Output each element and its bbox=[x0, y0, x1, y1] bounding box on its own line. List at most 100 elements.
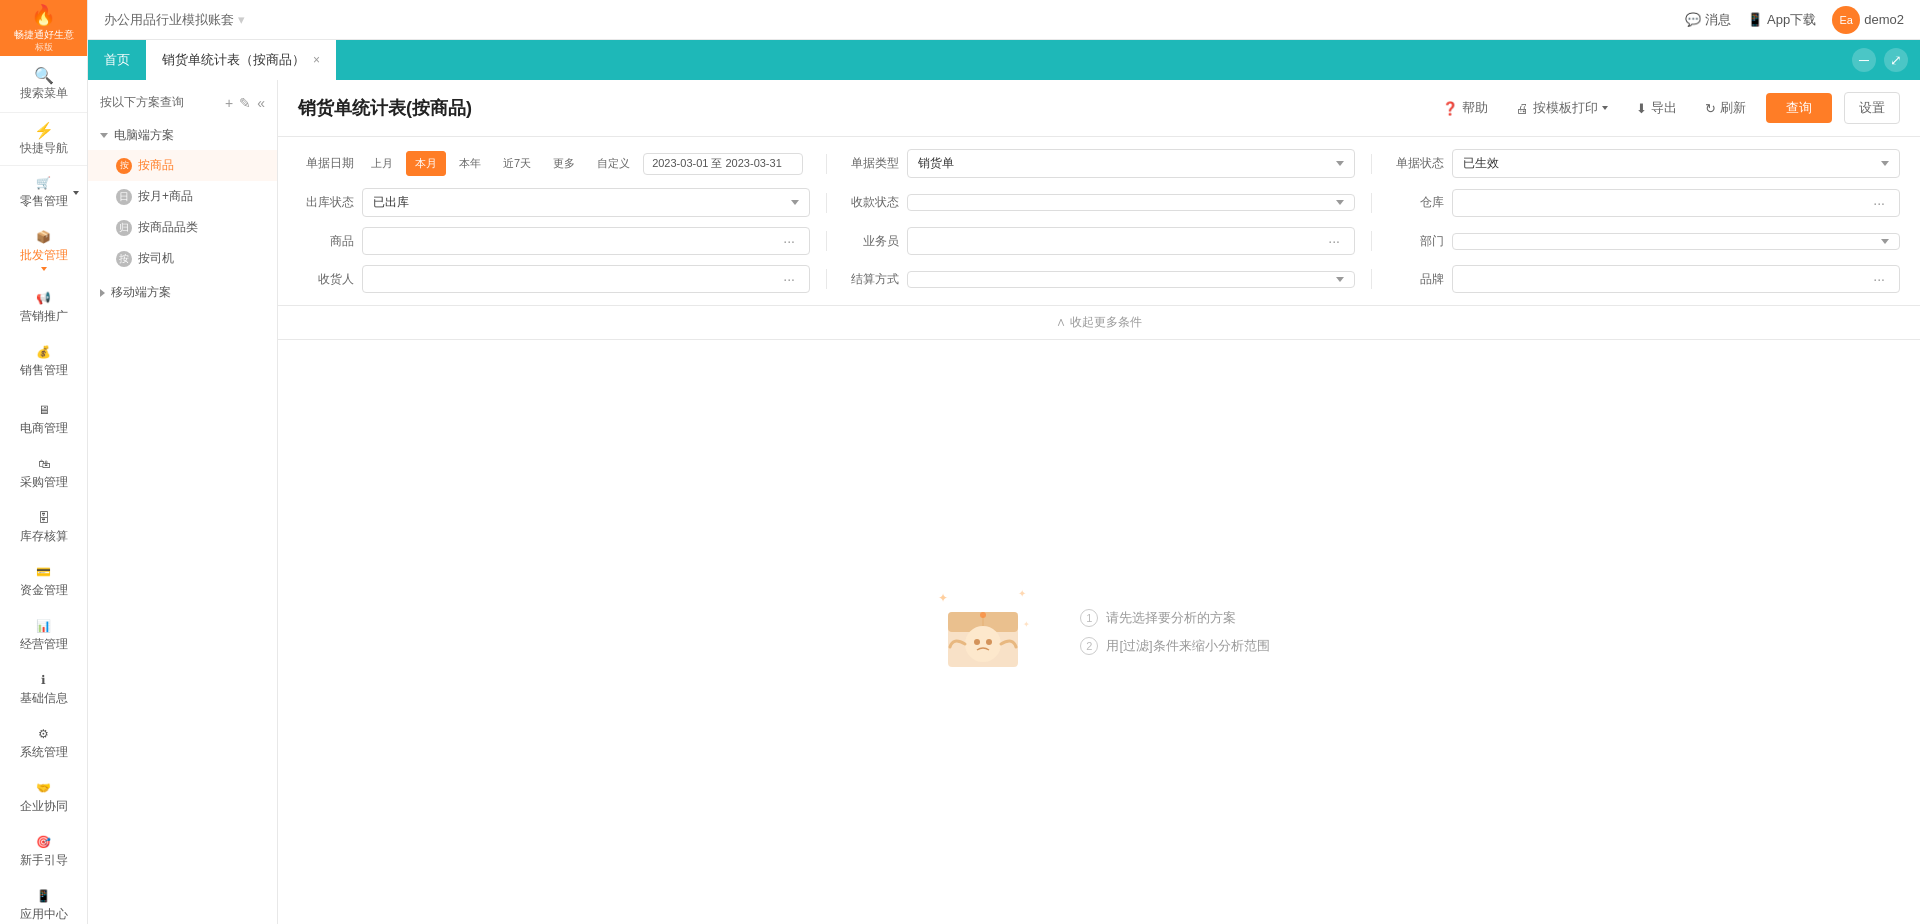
query-button[interactable]: 查询 bbox=[1766, 93, 1832, 123]
sidebar-item-retail[interactable]: 🛒 零售管理 bbox=[0, 166, 87, 220]
sidebar-item-basic-label: 基础信息 bbox=[20, 690, 68, 707]
user-name: demo2 bbox=[1864, 12, 1904, 27]
tree-item-goods-category[interactable]: 归 按商品品类 bbox=[88, 212, 277, 243]
receiver-dots[interactable]: ··· bbox=[779, 271, 799, 287]
sidebar-item-ecommerce-label: 电商管理 bbox=[20, 420, 68, 437]
sidebar-item-wholesale[interactable]: 📦 批发管理 bbox=[0, 220, 87, 281]
sidebar-item-basic[interactable]: ℹ 基础信息 bbox=[0, 663, 87, 717]
sidebar-item-operations[interactable]: 📊 经营管理 bbox=[0, 609, 87, 663]
tab-home-label: 首页 bbox=[104, 51, 130, 69]
collapse-bar[interactable]: ∧ 收起更多条件 bbox=[278, 306, 1920, 340]
tab-close-icon[interactable]: × bbox=[313, 53, 320, 67]
wholesale-icon: 📦 bbox=[36, 230, 51, 244]
date-range-input[interactable] bbox=[643, 153, 803, 175]
driver-icon-text: 按 bbox=[119, 252, 129, 266]
sidebar-item-finance[interactable]: 💳 资金管理 bbox=[0, 555, 87, 609]
sidebar-search[interactable]: 🔍 搜索菜单 bbox=[0, 56, 87, 113]
ecommerce-icon: 🖥 bbox=[38, 403, 50, 417]
docstatus-label: 单据状态 bbox=[1388, 155, 1444, 172]
tree-item-driver[interactable]: 按 按司机 bbox=[88, 243, 277, 274]
tab-sales-stat[interactable]: 销货单统计表（按商品） × bbox=[146, 40, 336, 80]
divider-8 bbox=[1371, 269, 1372, 289]
salesperson-label: 业务员 bbox=[843, 233, 899, 250]
user-avatar-btn[interactable]: Ea demo2 bbox=[1832, 6, 1904, 34]
page-actions: ❓ 帮助 🖨 按模板打印 ⬇ 导出 ↻ bbox=[1434, 92, 1900, 124]
template-print-btn[interactable]: 🖨 按模板打印 bbox=[1508, 95, 1616, 121]
download-btn[interactable]: 📱 App下载 bbox=[1747, 11, 1816, 29]
sidebar-item-appcenter[interactable]: 📱 应用中心 bbox=[0, 879, 87, 924]
message-btn[interactable]: 💬 消息 bbox=[1685, 11, 1731, 29]
sidebar-quick-nav[interactable]: ⚡ 快捷导航 bbox=[0, 113, 87, 166]
svg-point-3 bbox=[974, 639, 980, 645]
help-label: 帮助 bbox=[1462, 99, 1488, 117]
sidebar-item-purchase[interactable]: 🛍 采购管理 bbox=[0, 447, 87, 501]
filter-receiver-field: 收货人 ··· bbox=[298, 265, 810, 293]
sidebar-item-ecommerce[interactable]: 🖥 电商管理 bbox=[0, 393, 87, 447]
filter-row-4: 收货人 ··· 结算方式 bbox=[298, 265, 1900, 293]
filter-area: 单据日期 上月 本月 本年 近7天 更多 自定义 单据类型 bbox=[278, 137, 1920, 306]
page-header: 销货单统计表(按商品) ❓ 帮助 🖨 按模板打印 ⬇ bbox=[278, 80, 1920, 137]
retail-icon: 🛒 bbox=[36, 176, 51, 190]
receiver-select[interactable]: ··· bbox=[362, 265, 810, 293]
logo-text: 畅捷通好生意 bbox=[14, 29, 74, 41]
refresh-icon: ↻ bbox=[1705, 101, 1716, 116]
sidebar-item-system[interactable]: ⚙ 系统管理 bbox=[0, 717, 87, 771]
collapse-panel-btn[interactable]: « bbox=[257, 95, 265, 111]
goods-dots[interactable]: ··· bbox=[779, 233, 799, 249]
settlement-arrow bbox=[1336, 277, 1344, 282]
goods-category-icon-text: 归 bbox=[119, 221, 129, 235]
help-btn[interactable]: ❓ 帮助 bbox=[1434, 95, 1496, 121]
sidebar-item-sales-label: 销售管理 bbox=[20, 362, 68, 379]
filter-warehouse-field: 出库状态 已出库 bbox=[298, 188, 810, 217]
filter-brand-field: 品牌 ··· bbox=[1388, 265, 1900, 293]
filter-dept-field: 部门 bbox=[1388, 233, 1900, 250]
edit-scheme-btn[interactable]: ✎ bbox=[239, 95, 251, 111]
payment-select[interactable] bbox=[907, 194, 1355, 211]
tip-text-2: 用[过滤]条件来缩小分析范围 bbox=[1106, 637, 1269, 655]
tree-item-by-goods[interactable]: 按 按商品 bbox=[88, 150, 277, 181]
date-btn-last-month[interactable]: 上月 bbox=[362, 151, 402, 176]
sidebar-item-inventory[interactable]: 🗄 库存核算 bbox=[0, 501, 87, 555]
refresh-btn[interactable]: ↻ 刷新 bbox=[1697, 95, 1754, 121]
settlement-select[interactable] bbox=[907, 271, 1355, 288]
add-scheme-btn[interactable]: + bbox=[225, 95, 233, 111]
svg-text:✦: ✦ bbox=[1023, 620, 1030, 629]
brand-select[interactable]: ··· bbox=[1452, 265, 1900, 293]
docstatus-select[interactable]: 已生效 bbox=[1452, 149, 1900, 178]
date-btn-custom[interactable]: 自定义 bbox=[588, 151, 639, 176]
settings-button[interactable]: 设置 bbox=[1844, 92, 1900, 124]
tab-maximize-btn[interactable]: ⤢ bbox=[1884, 48, 1908, 72]
storage-select[interactable]: ··· bbox=[1452, 189, 1900, 217]
tab-home[interactable]: 首页 bbox=[88, 40, 146, 80]
tab-minimize-btn[interactable]: ─ bbox=[1852, 48, 1876, 72]
tabbar: 首页 销货单统计表（按商品） × ─ ⤢ bbox=[88, 40, 1920, 80]
tree-item-month-goods[interactable]: 日 按月+商品 bbox=[88, 181, 277, 212]
date-btn-this-month[interactable]: 本月 bbox=[406, 151, 446, 176]
date-btn-more[interactable]: 更多 bbox=[544, 151, 584, 176]
sidebar-item-sales[interactable]: 💰 销售管理 bbox=[0, 335, 87, 389]
month-goods-icon-text: 日 bbox=[119, 190, 129, 204]
tree-group-computer-header[interactable]: 电脑端方案 bbox=[88, 121, 277, 150]
sidebar-item-marketing[interactable]: 📢 营销推广 bbox=[0, 281, 87, 335]
filter-goods-field: 商品 ··· bbox=[298, 227, 810, 255]
settlement-label: 结算方式 bbox=[843, 271, 899, 288]
goods-select[interactable]: ··· bbox=[362, 227, 810, 255]
tree-group-mobile-arrow bbox=[100, 289, 105, 297]
divider-2 bbox=[1371, 154, 1372, 174]
export-btn[interactable]: ⬇ 导出 bbox=[1628, 95, 1685, 121]
salesperson-select[interactable]: ··· bbox=[907, 227, 1355, 255]
warehouse-select[interactable]: 已出库 bbox=[362, 188, 810, 217]
sidebar-item-enterprise[interactable]: 🤝 企业协同 bbox=[0, 771, 87, 825]
sidebar-item-newuser[interactable]: 🎯 新手引导 bbox=[0, 825, 87, 879]
doctype-value: 销货单 bbox=[918, 155, 954, 172]
tip-num-1: 1 bbox=[1080, 609, 1098, 627]
dept-select[interactable] bbox=[1452, 233, 1900, 250]
tree-group-mobile-header[interactable]: 移动端方案 bbox=[88, 278, 277, 307]
storage-dots[interactable]: ··· bbox=[1869, 195, 1889, 211]
filter-payment-field: 收款状态 bbox=[843, 194, 1355, 211]
salesperson-dots[interactable]: ··· bbox=[1324, 233, 1344, 249]
date-btn-7days[interactable]: 近7天 bbox=[494, 151, 540, 176]
doctype-select[interactable]: 销货单 bbox=[907, 149, 1355, 178]
brand-dots[interactable]: ··· bbox=[1869, 271, 1889, 287]
date-btn-this-year[interactable]: 本年 bbox=[450, 151, 490, 176]
